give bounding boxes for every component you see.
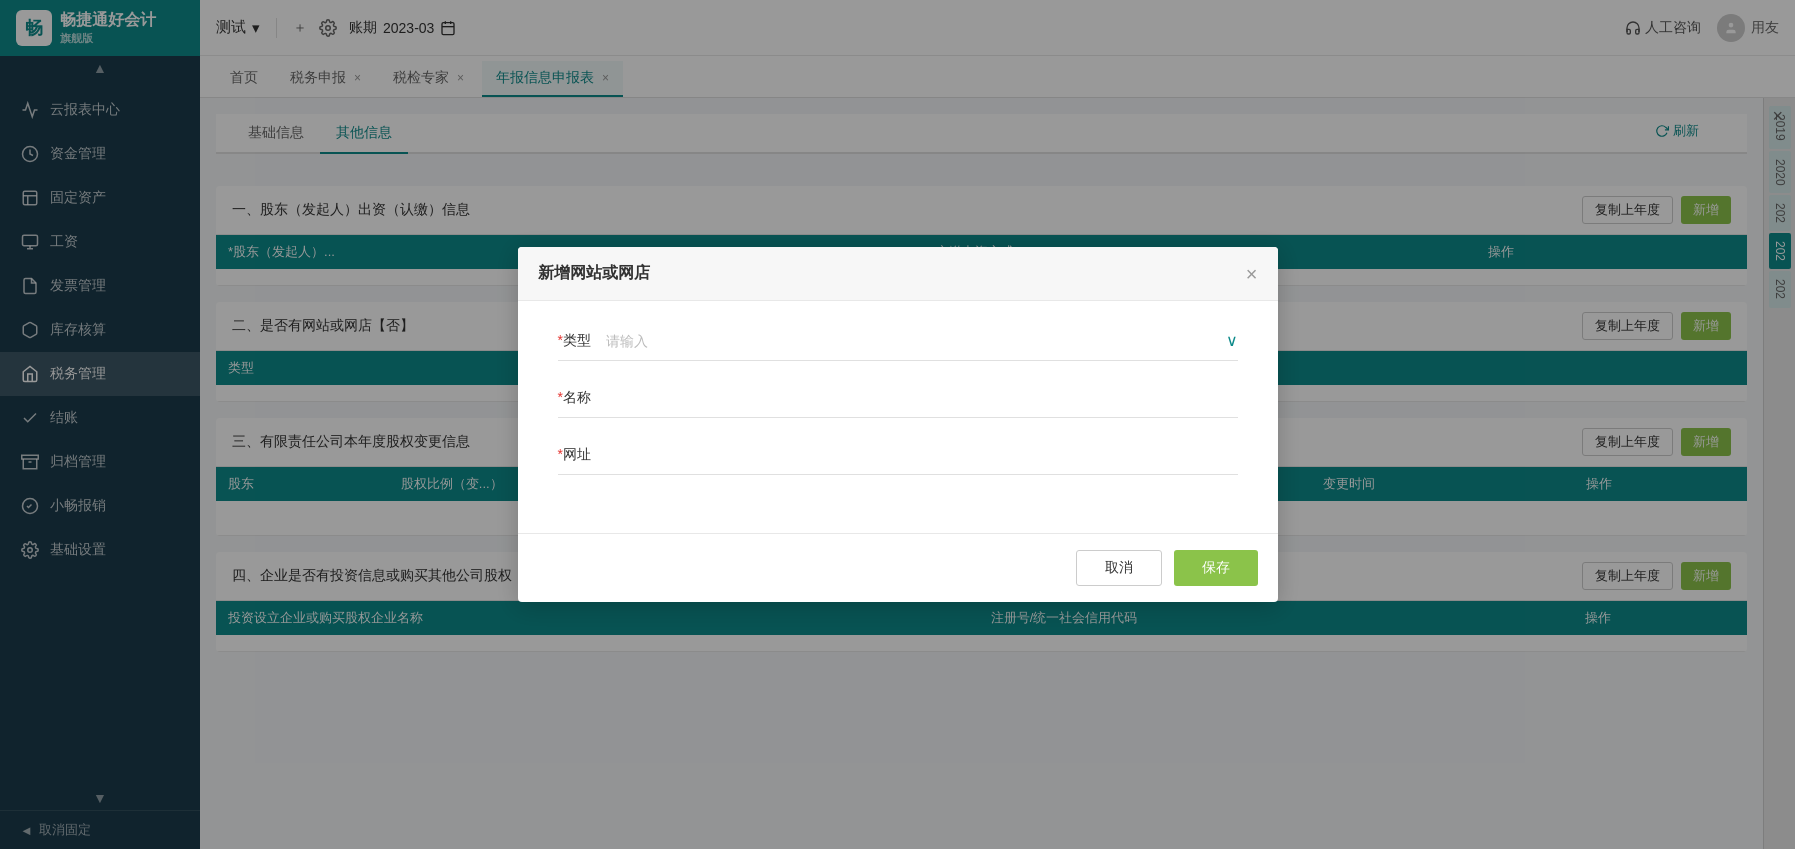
modal-close-button[interactable]: × [1246,264,1258,284]
modal-footer: 取消 保存 [518,533,1278,602]
save-button[interactable]: 保存 [1174,550,1258,586]
url-label-text: 网址 [563,446,591,462]
type-label-text: 类型 [563,332,591,348]
form-label-url: *网址 [558,446,598,464]
modal-add-website: 新增网站或网店 × *类型 ∨ *名称 [518,247,1278,602]
type-input[interactable] [606,333,1226,349]
form-label-name: *名称 [558,389,598,407]
modal-header: 新增网站或网店 × [518,247,1278,301]
name-input[interactable] [606,390,1238,406]
form-field-type: *类型 ∨ [558,331,1238,361]
modal-overlay[interactable]: 新增网站或网店 × *类型 ∨ *名称 [0,0,1795,849]
url-input[interactable] [606,447,1238,463]
type-select-wrapper[interactable]: ∨ [606,331,1238,350]
name-label-text: 名称 [563,389,591,405]
type-chevron-icon: ∨ [1226,331,1238,350]
form-field-name: *名称 [558,389,1238,418]
cancel-button[interactable]: 取消 [1076,550,1162,586]
modal-title: 新增网站或网店 [538,263,650,284]
modal-body: *类型 ∨ *名称 *网址 [518,301,1278,533]
form-label-type: *类型 [558,332,598,350]
form-field-url: *网址 [558,446,1238,475]
